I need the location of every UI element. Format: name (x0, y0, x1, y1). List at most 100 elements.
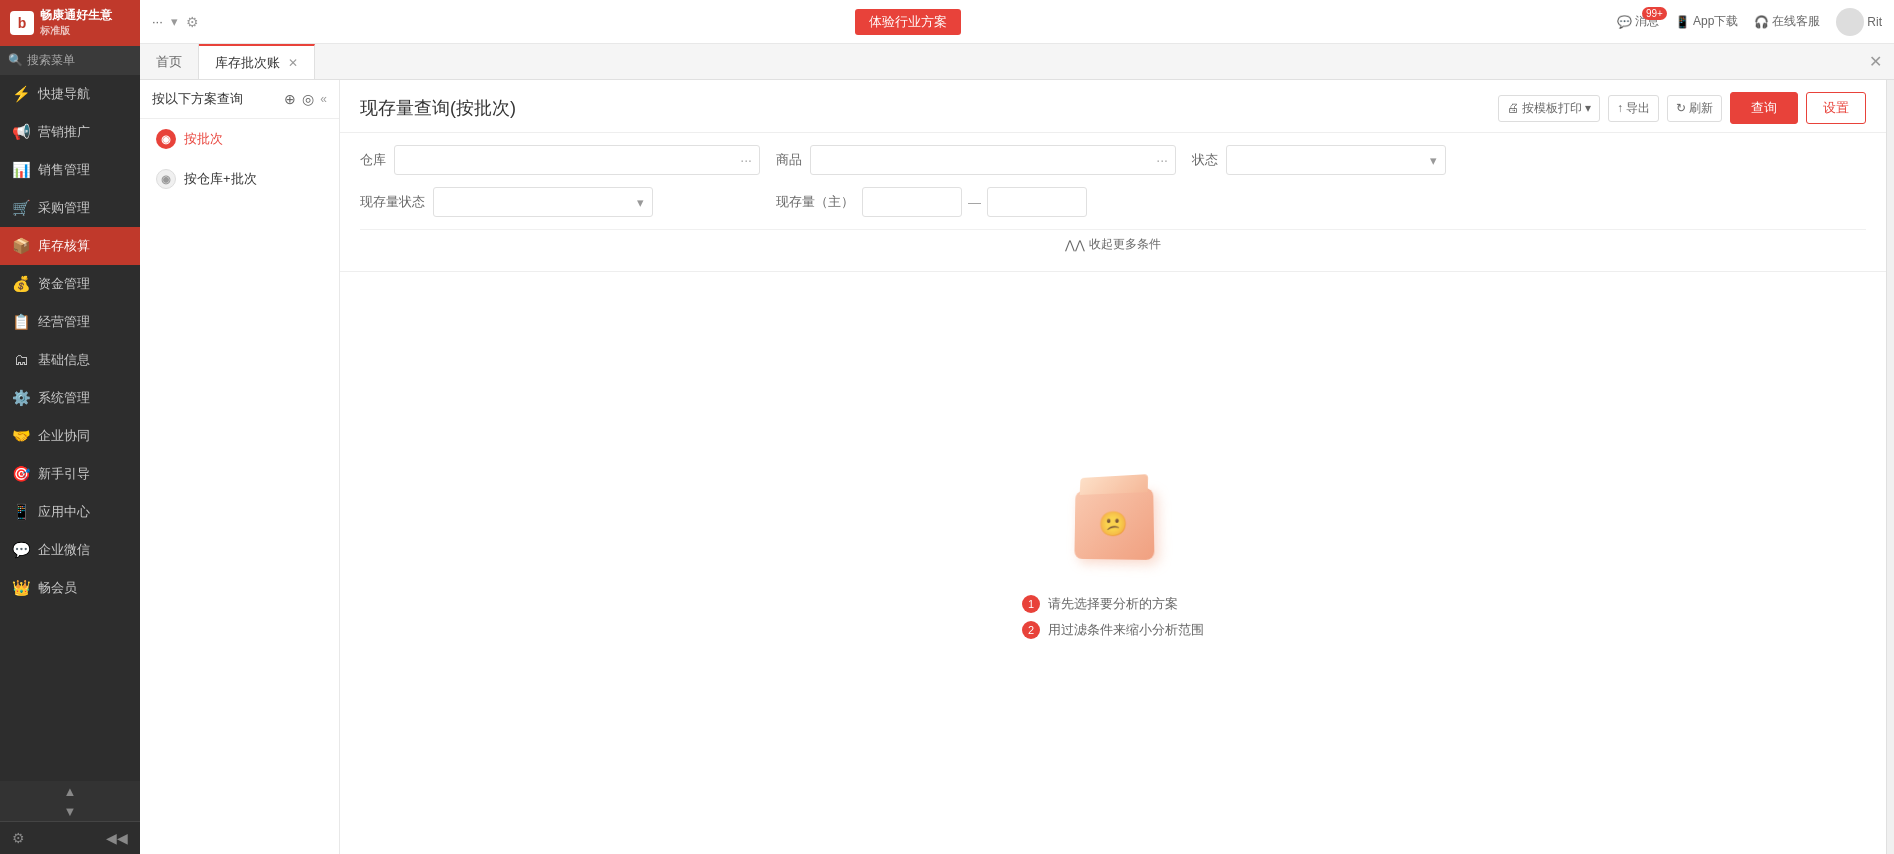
stock-qty-max[interactable] (987, 187, 1087, 217)
online-service-label: 在线客服 (1772, 13, 1820, 30)
collab-icon: 🤝 (12, 427, 30, 445)
topbar-right: 💬 消息 99+ 📱 App下载 🎧 在线客服 Rit (1617, 8, 1882, 36)
experience-btn[interactable]: 体验行业方案 (855, 9, 961, 35)
sidebar-item-label: 销售管理 (38, 161, 90, 179)
status-select[interactable]: ▾ (1226, 145, 1446, 175)
tab-batch-account[interactable]: 库存批次账 ✕ (199, 44, 315, 79)
app-download-btn[interactable]: 📱 App下载 (1675, 13, 1738, 30)
status-filter: 状态 ▾ (1192, 145, 1592, 175)
sidebar-item-label: 资金管理 (38, 275, 90, 293)
sidebar-item-label: 快捷导航 (38, 85, 90, 103)
scheme-by-batch[interactable]: ◉ 按批次 (140, 119, 339, 159)
scheme-settings-icon[interactable]: ◎ (302, 91, 314, 107)
left-panel-title: 按以下方案查询 (152, 90, 243, 108)
scheme-by-warehouse-batch[interactable]: ◉ 按仓库+批次 (140, 159, 339, 199)
sidebar-item-label: 经营管理 (38, 313, 90, 331)
system-icon: ⚙️ (12, 389, 30, 407)
sidebar-item-system[interactable]: ⚙️ 系统管理 (0, 379, 140, 417)
app-download-icon: 📱 (1675, 15, 1690, 29)
operations-icon: 📋 (12, 313, 30, 331)
tab-close-icon[interactable]: ✕ (288, 56, 298, 70)
topbar-left: ··· ▾ ⚙ (152, 14, 199, 30)
add-scheme-icon[interactable]: ⊕ (284, 91, 296, 107)
product-dots[interactable]: ··· (1156, 152, 1168, 168)
sidebar-item-appstore[interactable]: 📱 应用中心 (0, 493, 140, 531)
collapse-left-panel-icon[interactable]: « (320, 92, 327, 106)
empty-state: 1 请先选择要分析的方案 2 用过滤条件来缩小分析范围 (340, 272, 1886, 854)
warehouse-input[interactable] (394, 145, 760, 175)
sidebar-item-inventory[interactable]: 📦 库存核算 (0, 227, 140, 265)
messages-btn[interactable]: 💬 消息 99+ (1617, 13, 1659, 30)
user-avatar-btn[interactable]: Rit (1836, 8, 1882, 36)
export-label: 导出 (1626, 100, 1650, 117)
stock-qty-min[interactable] (862, 187, 962, 217)
sidebar-item-marketing[interactable]: 📢 营销推广 (0, 113, 140, 151)
sidebar-item-sales[interactable]: 📊 销售管理 (0, 151, 140, 189)
sidebar-item-label: 畅会员 (38, 579, 77, 597)
print-label: 按模板打印 (1522, 100, 1582, 117)
warehouse-dots[interactable]: ··· (740, 152, 752, 168)
stock-status-select[interactable]: ▾ (433, 187, 653, 217)
sidebar-item-operations[interactable]: 📋 经营管理 (0, 303, 140, 341)
sidebar-item-label: 企业协同 (38, 427, 90, 445)
empty-hint-1: 1 请先选择要分析的方案 (1022, 595, 1204, 613)
online-service-btn[interactable]: 🎧 在线客服 (1754, 13, 1820, 30)
breadcrumb-dropdown-icon[interactable]: ▾ (171, 14, 178, 29)
tab-home[interactable]: 首页 (140, 44, 199, 79)
appstore-icon: 📱 (12, 503, 30, 521)
product-label: 商品 (776, 151, 802, 169)
right-scrollbar (1886, 80, 1894, 854)
stock-qty-range: — (862, 187, 1142, 217)
status-dropdown-icon: ▾ (1430, 153, 1437, 168)
sidebar-item-member[interactable]: 👑 畅会员 (0, 569, 140, 607)
username: Rit (1867, 15, 1882, 29)
status-label: 状态 (1192, 151, 1218, 169)
sidebar-item-purchase[interactable]: 🛒 采购管理 (0, 189, 140, 227)
refresh-icon: ↻ (1676, 101, 1686, 115)
settings-gear-icon[interactable]: ⚙ (186, 14, 199, 30)
sidebar-scroll-down[interactable]: ▼ (0, 801, 140, 821)
scheme-by-batch-label: 按批次 (184, 130, 223, 148)
sidebar-item-basics[interactable]: 🗂 基础信息 (0, 341, 140, 379)
sidebar-item-collab[interactable]: 🤝 企业协同 (0, 417, 140, 455)
close-panel-icon[interactable]: ✕ (1857, 52, 1894, 71)
sidebar-item-quicknav[interactable]: ⚡ 快捷导航 (0, 75, 140, 113)
sales-icon: 📊 (12, 161, 30, 179)
tab-home-label: 首页 (156, 53, 182, 71)
filter-row-1: 仓库 ··· 商品 ··· 状态 ▾ (360, 145, 1866, 175)
settings-btn[interactable]: 设置 (1806, 92, 1866, 124)
left-panel-header: 按以下方案查询 ⊕ ◎ « (140, 80, 339, 119)
stock-status-filter: 现存量状态 ▾ (360, 187, 760, 217)
stock-status-label: 现存量状态 (360, 193, 425, 211)
sidebar-item-label: 应用中心 (38, 503, 90, 521)
newbie-icon: 🎯 (12, 465, 30, 483)
sidebar-item-newbie[interactable]: 🎯 新手引导 (0, 455, 140, 493)
breadcrumb-dots: ··· (152, 14, 163, 29)
refresh-btn[interactable]: ↻ 刷新 (1667, 95, 1722, 122)
tab-batch-account-label: 库存批次账 (215, 54, 280, 72)
app-logo: b (10, 11, 34, 35)
sidebar-search[interactable]: 🔍 搜索菜单 (0, 46, 140, 75)
hint-text-2: 用过滤条件来缩小分析范围 (1048, 621, 1204, 639)
empty-hints: 1 请先选择要分析的方案 2 用过滤条件来缩小分析范围 (1022, 595, 1204, 647)
product-input[interactable] (810, 145, 1176, 175)
query-btn[interactable]: 查询 (1730, 92, 1798, 124)
settings-label: 设置 (1823, 99, 1849, 117)
print-btn[interactable]: 🖨 按模板打印 ▾ (1498, 95, 1600, 122)
page-content: 按以下方案查询 ⊕ ◎ « ◉ 按批次 ◉ 按仓库+批次 现存量查询(按批次) (140, 80, 1894, 854)
export-btn[interactable]: ↑ 导出 (1608, 95, 1659, 122)
collapse-more-btn[interactable]: ⋀⋀ 收起更多条件 (360, 229, 1866, 259)
sidebar-item-label: 新手引导 (38, 465, 90, 483)
settings-icon[interactable]: ⚙ (12, 830, 25, 846)
sidebar-scroll-up[interactable]: ▲ (0, 781, 140, 801)
member-icon: 👑 (12, 579, 30, 597)
sidebar-item-finance[interactable]: 💰 资金管理 (0, 265, 140, 303)
sidebar-item-label: 基础信息 (38, 351, 90, 369)
sidebar-item-weixin[interactable]: 💬 企业微信 (0, 531, 140, 569)
print-dropdown-icon[interactable]: ▾ (1585, 101, 1591, 115)
stock-status-dropdown-icon: ▾ (637, 195, 644, 210)
sidebar: b 畅康通好生意 标准版 🔍 搜索菜单 ⚡ 快捷导航 📢 营销推广 📊 销售管理… (0, 0, 140, 854)
product-filter: 商品 ··· (776, 145, 1176, 175)
finance-icon: 💰 (12, 275, 30, 293)
collapse-sidebar-icon[interactable]: ◀◀ (106, 830, 128, 846)
